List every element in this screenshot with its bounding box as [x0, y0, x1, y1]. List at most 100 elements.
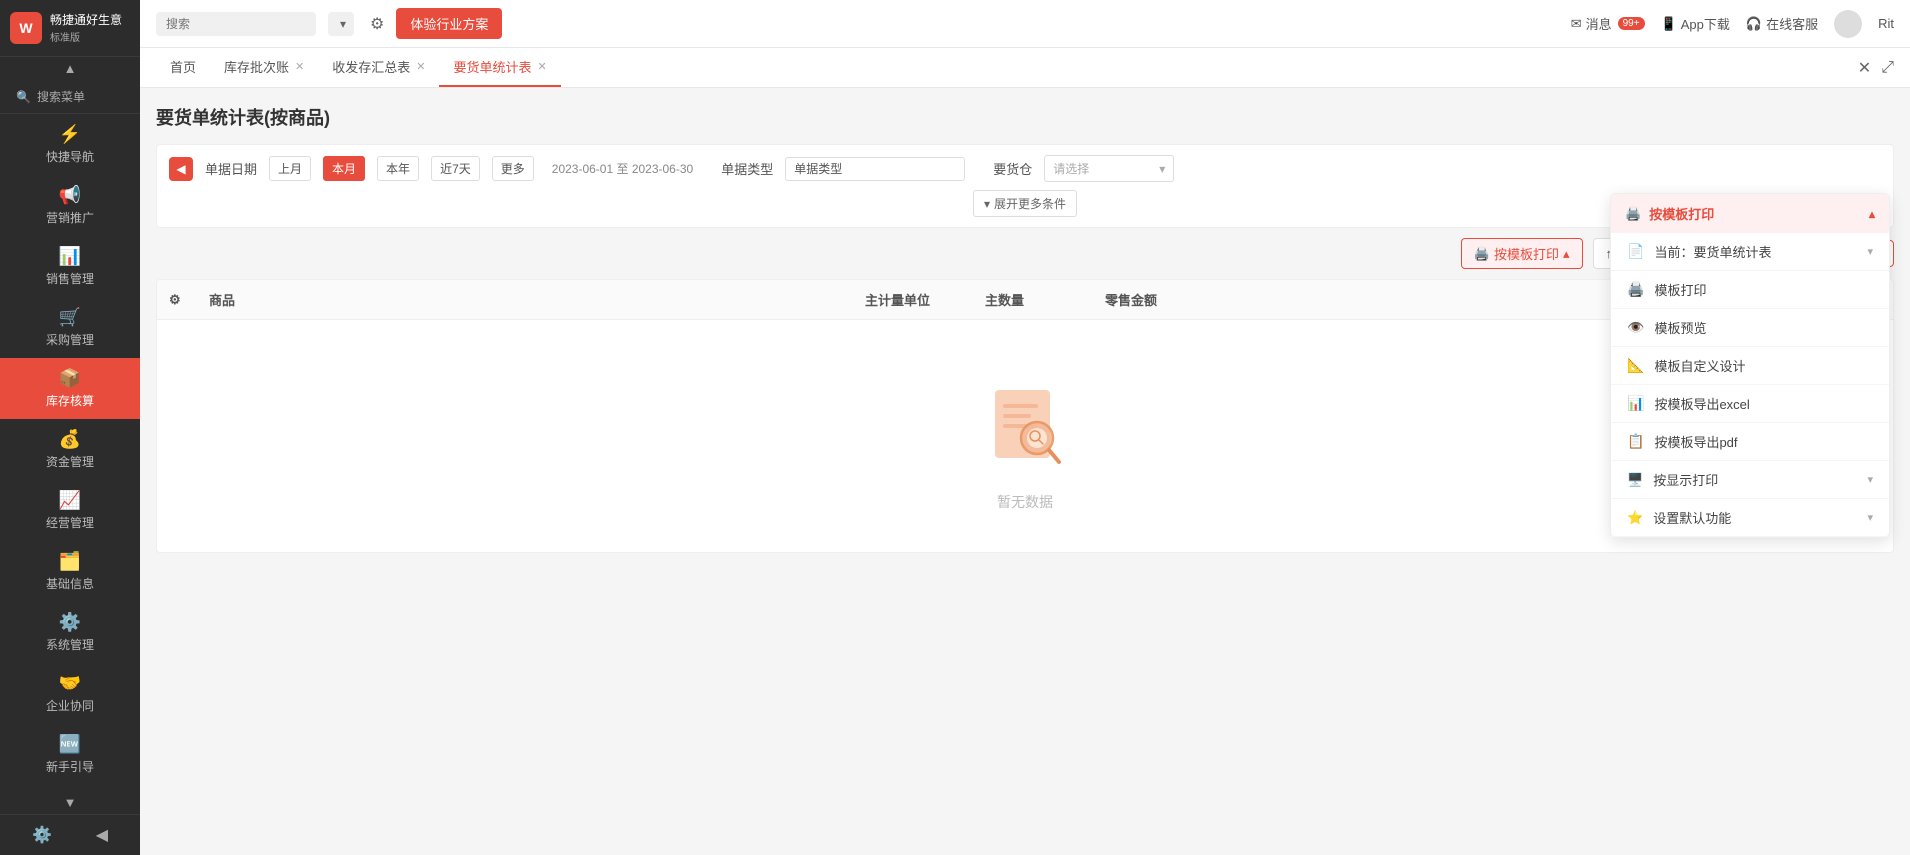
col-qty: 主数量	[985, 290, 1105, 309]
current-template-group: 📄 当前：要货单统计表	[1627, 242, 1771, 261]
close-icon[interactable]: ✕	[295, 60, 304, 73]
warehouse-select[interactable]: 请选择 ▾	[1044, 155, 1174, 182]
sidebar-search[interactable]: 🔍 搜索菜单	[0, 80, 140, 114]
sidebar-item-finance[interactable]: 💰 资金管理	[0, 419, 140, 480]
collapse-filter-btn[interactable]: ◀	[169, 157, 193, 181]
close-icon[interactable]: ✕	[538, 60, 547, 73]
pdf-icon: 📋	[1627, 433, 1644, 450]
sidebar-collapse-icon[interactable]: ◀	[96, 825, 108, 845]
date-btn-this-month[interactable]: 本月	[323, 156, 365, 181]
tab-home[interactable]: 首页	[156, 48, 210, 87]
chevron-down-icon: ▾	[340, 17, 346, 31]
sidebar-item-label: 企业协同	[46, 697, 94, 714]
tab-inventory-batch[interactable]: 库存批次账 ✕	[210, 48, 318, 87]
industry-btn[interactable]: 体验行业方案	[396, 8, 502, 39]
date-btn-this-year[interactable]: 本年	[377, 156, 419, 181]
col-amount: 零售金额	[1105, 290, 1225, 309]
print-dropdown-title: 按模板打印	[1649, 204, 1714, 223]
sidebar-item-label: 基础信息	[46, 575, 94, 592]
collab-icon: 🤝	[59, 673, 81, 694]
sidebar-item-inventory[interactable]: 📦 库存核算	[0, 358, 140, 419]
headset-icon: 🎧	[1746, 16, 1762, 32]
sidebar-item-purchase[interactable]: 🛒 采购管理	[0, 297, 140, 358]
template-custom-item[interactable]: 📐 模板自定义设计	[1611, 347, 1889, 385]
sidebar-item-label: 资金管理	[46, 453, 94, 470]
sidebar-item-sales[interactable]: 📊 销售管理	[0, 236, 140, 297]
inventory-icon: 📦	[59, 368, 81, 389]
current-template-item[interactable]: 📄 当前：要货单统计表 ▾	[1611, 233, 1889, 271]
tab-label: 收发存汇总表	[332, 57, 410, 76]
sidebar-item-basic[interactable]: 🗂️ 基础信息	[0, 541, 140, 602]
expand-label: 展开更多条件	[994, 195, 1066, 212]
topbar-dropdown[interactable]: ▾	[328, 12, 354, 36]
chevron-right-icon: ▾	[1867, 473, 1873, 486]
app-download-btn[interactable]: 📱 App下载	[1661, 14, 1730, 33]
sidebar-bottom: ⚙️ ◀	[0, 814, 140, 855]
app-download-icon: 📱	[1661, 16, 1677, 32]
tabbar: 首页 库存批次账 ✕ 收发存汇总表 ✕ 要货单统计表 ✕ ✕ ⤢	[140, 48, 1910, 88]
template-excel-label: 按模板导出excel	[1654, 394, 1749, 413]
chevron-right-icon: ▾	[1867, 511, 1873, 524]
date-label: 单据日期	[205, 159, 257, 178]
print-btn[interactable]: 🖨️ 按模板打印 ▴	[1461, 238, 1583, 269]
sidebar-item-quick-nav[interactable]: ⚡ 快捷导航	[0, 114, 140, 175]
sidebar-scroll-down[interactable]: ▼	[0, 791, 140, 814]
basic-icon: 🗂️	[59, 551, 81, 572]
set-default-left: ⭐ 设置默认功能	[1627, 508, 1731, 527]
template-excel-item[interactable]: 📊 按模板导出excel	[1611, 385, 1889, 423]
type-select[interactable]: 单据类型	[785, 157, 965, 181]
sidebar-item-marketing[interactable]: 📢 营销推广	[0, 175, 140, 236]
sidebar: W 畅捷通好生意 标准版 ▲ 🔍 搜索菜单 ⚡ 快捷导航 📢 营销推广 📊 销售…	[0, 0, 140, 855]
sidebar-item-collab[interactable]: 🤝 企业协同	[0, 663, 140, 724]
date-btn-7days[interactable]: 近7天	[431, 156, 480, 181]
topbar-search-input[interactable]	[156, 12, 316, 36]
template-pdf-item[interactable]: 📋 按模板导出pdf	[1611, 423, 1889, 461]
current-template-label: 当前：要货单统计表	[1654, 242, 1771, 261]
sidebar-settings-icon[interactable]: ⚙️	[32, 825, 52, 845]
avatar[interactable]	[1834, 10, 1862, 38]
gear-icon[interactable]: ⚙	[370, 14, 384, 34]
display-print-item[interactable]: 🖥️ 按显示打印 ▾	[1611, 461, 1889, 499]
print-dropdown-header[interactable]: 🖨️ 按模板打印 ▴	[1611, 194, 1889, 233]
topbar: ▾ ⚙ 体验行业方案 ✉ 消息 99+ 📱 App下载 🎧 在线客服 Rit	[140, 0, 1910, 48]
sidebar-item-system[interactable]: ⚙️ 系统管理	[0, 602, 140, 663]
sidebar-item-label: 销售管理	[46, 270, 94, 287]
col-unit: 主计量单位	[865, 290, 985, 309]
expand-conditions-btn[interactable]: ▾ 展开更多条件	[973, 190, 1077, 217]
date-btn-more[interactable]: 更多	[492, 156, 534, 181]
sales-icon: 📊	[59, 246, 81, 267]
tab-receipt-summary[interactable]: 收发存汇总表 ✕	[318, 48, 439, 87]
date-btn-last-month[interactable]: 上月	[269, 156, 311, 181]
close-tab-icon[interactable]: ✕	[1858, 58, 1871, 78]
tab-label: 要货单统计表	[453, 57, 531, 76]
sidebar-scroll-up[interactable]: ▲	[0, 57, 140, 80]
tab-order-stats[interactable]: 要货单统计表 ✕	[439, 48, 560, 87]
sidebar-item-operation[interactable]: 📈 经营管理	[0, 480, 140, 541]
message-btn[interactable]: ✉ 消息 99+	[1571, 14, 1645, 33]
date-range: 2023-06-01 至 2023-06-30	[552, 160, 693, 177]
tab-label: 库存批次账	[224, 57, 289, 76]
template-print-item[interactable]: 🖨️ 模板打印	[1611, 271, 1889, 309]
type-label: 单据类型	[721, 159, 773, 178]
sidebar-logo: W 畅捷通好生意 标准版	[0, 0, 140, 57]
page-content: 要货单统计表(按商品) ◀ 单据日期 上月 本月 本年 近7天 更多 2023-…	[140, 88, 1910, 855]
page-title: 要货单统计表(按商品)	[156, 104, 1894, 130]
sidebar-nav: ⚡ 快捷导航 📢 营销推广 📊 销售管理 🛒 采购管理 📦 库存核算 💰 资金管…	[0, 114, 140, 791]
set-default-item[interactable]: ⭐ 设置默认功能 ▾	[1611, 499, 1889, 537]
print-icon: 🖨️	[1627, 281, 1644, 298]
close-icon[interactable]: ✕	[416, 60, 425, 73]
guide-icon: 🆕	[59, 734, 81, 755]
set-default-label: 设置默认功能	[1653, 508, 1731, 527]
message-label: 消息	[1586, 14, 1612, 33]
online-service-btn[interactable]: 🎧 在线客服	[1746, 14, 1818, 33]
home-label: 首页	[170, 57, 196, 76]
empty-icon	[975, 380, 1075, 480]
display-print-left: 🖥️ 按显示打印	[1627, 470, 1718, 489]
message-badge: 99+	[1618, 17, 1645, 30]
sidebar-item-guide[interactable]: 🆕 新手引导	[0, 724, 140, 785]
expand-tab-icon[interactable]: ⤢	[1881, 59, 1894, 77]
sidebar-item-label: 营销推广	[46, 209, 94, 226]
logo-text-group: 畅捷通好生意 标准版	[50, 12, 122, 44]
quick-nav-icon: ⚡	[59, 124, 81, 145]
template-preview-item[interactable]: 👁️ 模板预览	[1611, 309, 1889, 347]
